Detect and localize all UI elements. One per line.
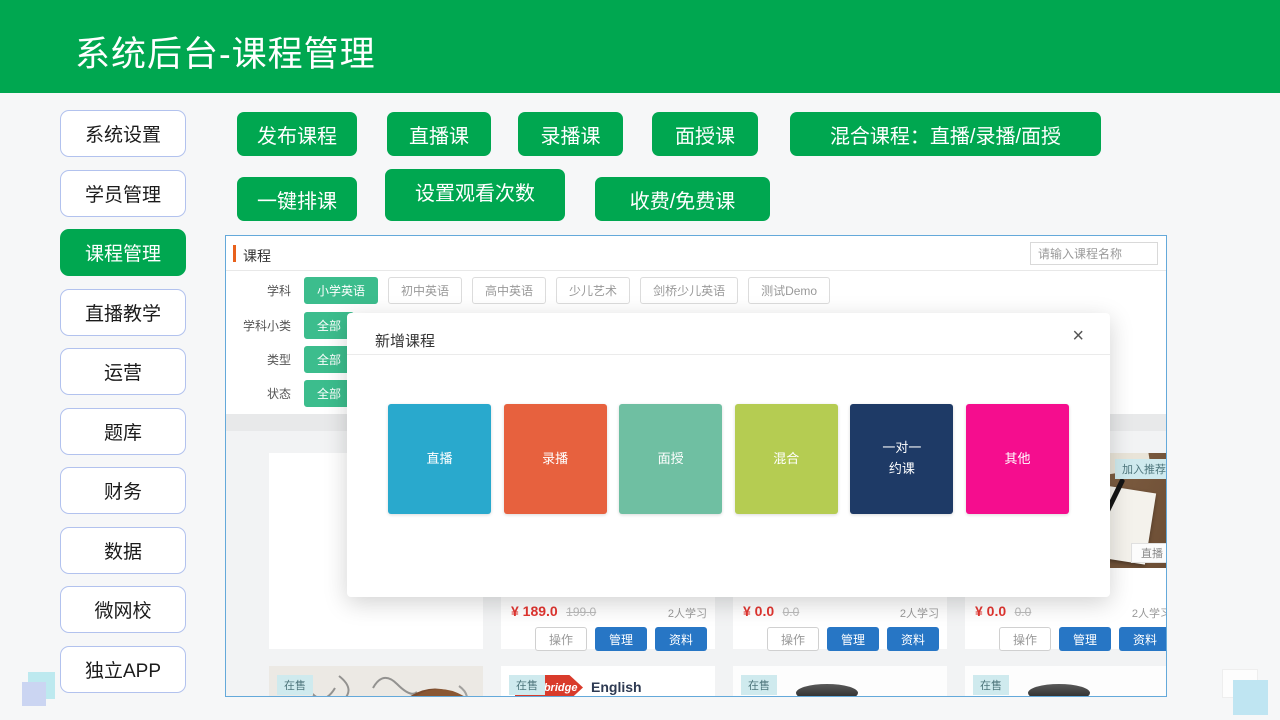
- manage-button[interactable]: 管理: [1059, 627, 1111, 651]
- feature-mixed-course[interactable]: 混合课程：直播/录播/面授: [790, 112, 1101, 156]
- price-row: ¥ 189.0 199.0 2人学习: [511, 603, 707, 621]
- filter-label-subject: 学科: [226, 282, 291, 299]
- close-icon[interactable]: ×: [1072, 326, 1084, 346]
- price-original: 199.0: [566, 605, 596, 619]
- decor-square-lavender-left: [22, 682, 46, 706]
- feature-paid-free-class[interactable]: 收费/免费课: [595, 177, 770, 221]
- course-type-offline[interactable]: 面授: [619, 404, 722, 514]
- cambridge-text: English Qualifications: [591, 679, 715, 697]
- onsale-badge: 在售: [277, 675, 313, 695]
- course-type-other[interactable]: 其他: [966, 404, 1069, 514]
- feature-one-click-schedule[interactable]: 一键排课: [237, 177, 357, 221]
- course-type-label: 混合: [773, 449, 799, 470]
- panel-accent-bar: [233, 245, 236, 262]
- course-type-label: 约课: [889, 459, 915, 480]
- course-type-mixed[interactable]: 混合: [735, 404, 838, 514]
- sidebar-item-micro-school[interactable]: 微网校: [60, 586, 186, 633]
- sidebar-item-student-mgmt[interactable]: 学员管理: [60, 170, 186, 217]
- page: 系统后台-课程管理 系统设置 学员管理 课程管理 直播教学 运营 题库 财务 数…: [0, 0, 1280, 720]
- student-count: 2人学习: [1132, 605, 1167, 621]
- course-type-label: 面授: [658, 449, 684, 470]
- course-type-label: 一对一: [882, 438, 921, 459]
- price-original: 0.0: [783, 605, 800, 619]
- feature-publish-course[interactable]: 发布课程: [237, 112, 357, 156]
- material-button[interactable]: 资料: [887, 627, 939, 651]
- course-type-label: 直播: [426, 449, 452, 470]
- operate-button[interactable]: 操作: [767, 627, 819, 651]
- feature-recorded-class[interactable]: 录播课: [518, 112, 623, 156]
- sidebar-item-question-bank[interactable]: 题库: [60, 408, 186, 455]
- onsale-badge: 在售: [973, 675, 1009, 695]
- manage-button[interactable]: 管理: [827, 627, 879, 651]
- course-card-6[interactable]: 在售: [733, 666, 947, 697]
- modal-divider: [347, 354, 1110, 355]
- recommend-badge[interactable]: 加入推荐: [1115, 459, 1167, 479]
- card-actions: 操作 管理 资料: [999, 627, 1167, 651]
- onsale-badge: 在售: [741, 675, 777, 695]
- filter-option-kids-art[interactable]: 少儿艺术: [556, 277, 630, 304]
- material-button[interactable]: 资料: [1119, 627, 1167, 651]
- live-type-tag: 直播: [1131, 543, 1167, 563]
- operate-button[interactable]: 操作: [535, 627, 587, 651]
- price-current: ¥ 0.0: [975, 603, 1006, 619]
- course-card-5[interactable]: Cambridge English Qualifications 在售: [501, 666, 715, 697]
- filter-option-primary-english[interactable]: 小学英语: [304, 277, 378, 304]
- filter-option-cambridge-kids-english[interactable]: 剑桥少儿英语: [640, 277, 738, 304]
- onsale-badge: 在售: [509, 675, 545, 695]
- material-button[interactable]: 资料: [655, 627, 707, 651]
- price-row: ¥ 0.0 0.0 2人学习: [975, 603, 1167, 621]
- filter-row-subject: 小学英语 初中英语 高中英语 少儿艺术 剑桥少儿英语 测试Demo: [304, 277, 830, 304]
- course-type-label: 其他: [1004, 449, 1030, 470]
- filter-option-test-demo[interactable]: 测试Demo: [748, 277, 830, 304]
- price-current: ¥ 189.0: [511, 603, 558, 619]
- panel-title: 课程: [243, 246, 271, 266]
- price-row: ¥ 0.0 0.0 2人学习: [743, 603, 939, 621]
- header-bar: 系统后台-课程管理: [0, 0, 1280, 93]
- course-type-row: 直播 录播 面授 混合 一对一 约课 其他: [388, 404, 1069, 514]
- feature-view-limit[interactable]: 设置观看次数: [385, 169, 565, 221]
- filter-option-senior-english[interactable]: 高中英语: [472, 277, 546, 304]
- page-title: 系统后台-课程管理: [75, 26, 376, 77]
- course-card-4[interactable]: 在售: [269, 666, 483, 697]
- manage-button[interactable]: 管理: [595, 627, 647, 651]
- course-card-7[interactable]: 在售: [965, 666, 1167, 697]
- photo-cylinder-top: [1028, 684, 1090, 697]
- feature-offline-class[interactable]: 面授课: [652, 112, 758, 156]
- card-actions: 操作 管理 资料: [767, 627, 939, 651]
- student-count: 2人学习: [668, 605, 707, 621]
- search-input[interactable]: [1030, 242, 1158, 265]
- sidebar-item-live-teaching[interactable]: 直播教学: [60, 289, 186, 336]
- filter-option-junior-english[interactable]: 初中英语: [388, 277, 462, 304]
- photo-cylinder-top: [796, 684, 858, 697]
- sidebar-item-course-mgmt[interactable]: 课程管理: [60, 229, 186, 276]
- sidebar-item-data[interactable]: 数据: [60, 527, 186, 574]
- card-actions: 操作 管理 资料: [535, 627, 707, 651]
- course-type-label: 录播: [542, 449, 568, 470]
- price-current: ¥ 0.0: [743, 603, 774, 619]
- student-count: 2人学习: [900, 605, 939, 621]
- filter-label-subcategory: 学科小类: [226, 317, 291, 334]
- feature-live-class[interactable]: 直播课: [387, 112, 491, 156]
- sidebar-item-standalone-app[interactable]: 独立APP: [60, 646, 186, 693]
- modal-title: 新增课程: [375, 330, 435, 351]
- course-type-one-on-one[interactable]: 一对一 约课: [850, 404, 953, 514]
- panel-header: 课程: [226, 236, 1166, 271]
- add-course-modal: 新增课程 × 直播 录播 面授 混合 一对一 约课 其他: [347, 313, 1110, 597]
- sidebar-item-finance[interactable]: 财务: [60, 467, 186, 514]
- filter-label-type: 类型: [226, 351, 291, 368]
- filter-label-status: 状态: [226, 385, 291, 402]
- course-type-live[interactable]: 直播: [388, 404, 491, 514]
- price-original: 0.0: [1015, 605, 1032, 619]
- decor-square-cyan-right: [1233, 680, 1268, 715]
- operate-button[interactable]: 操作: [999, 627, 1051, 651]
- sidebar-item-operations[interactable]: 运营: [60, 348, 186, 395]
- sidebar-item-system-settings[interactable]: 系统设置: [60, 110, 186, 157]
- course-type-recorded[interactable]: 录播: [504, 404, 607, 514]
